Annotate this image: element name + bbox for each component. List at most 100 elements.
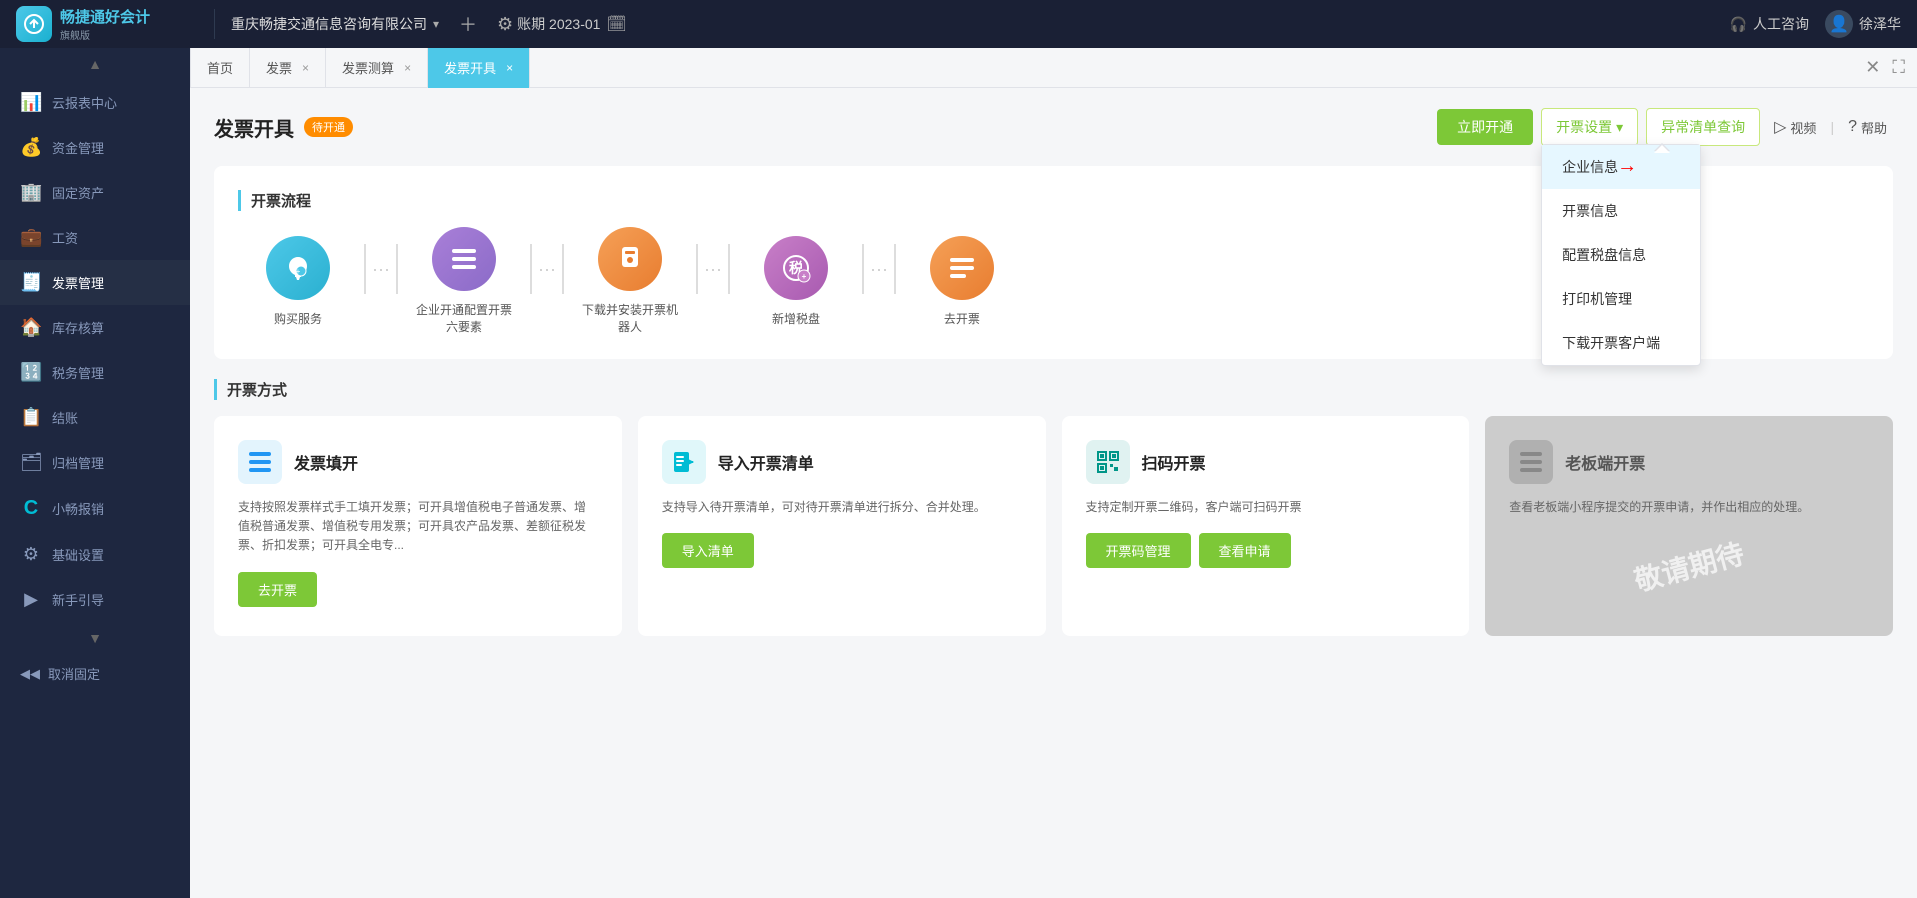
help-label: 帮助 (1861, 118, 1887, 137)
sidebar-label-fapiaoguanli: 发票管理 (52, 273, 104, 292)
close-tab-button[interactable]: ✕ (1861, 53, 1884, 82)
cancel-fixed-icon: ◀◀ (20, 666, 40, 682)
sidebar-item-guidangguanli[interactable]: 🗂 归档管理 (0, 440, 190, 485)
kucunhesuan-icon: 🏠 (20, 317, 42, 338)
method-import-desc: 支持导入待开票清单，可对待开票清单进行拆分、合并处理。 (662, 498, 1022, 517)
dropdown-item-printer[interactable]: 打印机管理 (1542, 277, 1700, 321)
flow-divider-2 (530, 244, 532, 294)
video-button[interactable]: ▷ 视频 (1768, 109, 1822, 145)
flow-step-3-label: 下载并安装开票机器人 (580, 301, 680, 335)
flow-step-1: + 购买服务 (238, 236, 358, 327)
method-fill-desc: 支持按照发票样式手工填开发票；可开具增值税电子普通发票、增值税普通发票、增值税专… (238, 498, 598, 556)
help-button[interactable]: ? 帮助 (1842, 110, 1893, 145)
tab-fapiaokaiju[interactable]: 发票开具 × (428, 48, 530, 88)
flow-step-2-icon (432, 227, 496, 291)
dropdown-download-label: 下载开票客户端 (1562, 335, 1660, 351)
flow-divider-4b (894, 244, 896, 294)
settings-button[interactable]: ⚙ (493, 10, 517, 39)
flow-step-1-label: 购买服务 (274, 310, 322, 327)
method-scan-manage-button[interactable]: 开票码管理 (1086, 533, 1191, 568)
tab-fapiaokaiju-close[interactable]: × (506, 61, 513, 75)
add-button[interactable]: ＋ (455, 7, 481, 41)
sidebar-label-guidangguanli: 归档管理 (52, 453, 104, 472)
dropdown-item-download[interactable]: 下载开票客户端 (1542, 321, 1700, 365)
sidebar-item-fapiaoguanli[interactable]: 🧾 发票管理 (0, 260, 190, 305)
logo-subtitle: 旗舰版 (60, 27, 150, 42)
method-boss-title: 老板端开票 (1565, 450, 1645, 474)
sidebar-item-gudingzichan[interactable]: 🏢 固定资产 (0, 170, 190, 215)
method-import-icon (662, 440, 706, 484)
method-scan-title: 扫码开票 (1142, 450, 1206, 474)
flow-step-5-icon (930, 236, 994, 300)
sidebar-down-button[interactable]: ▼ (0, 622, 190, 654)
sidebar-item-yunbao[interactable]: 📊 云报表中心 (0, 80, 190, 125)
method-import-button[interactable]: 导入清单 (662, 533, 754, 568)
svg-text:+: + (802, 272, 807, 281)
company-name: 重庆畅捷交通信息咨询有限公司 (231, 14, 427, 34)
play-circle-icon: ▷ (1774, 117, 1786, 137)
flow-connector-3: ··· (690, 244, 736, 318)
settings-dropdown-button[interactable]: 开票设置 ▾ (1541, 108, 1638, 146)
sidebar-label-kucunhesuan: 库存核算 (52, 318, 104, 337)
help-circle-icon: ? (1848, 118, 1857, 136)
flow-arrow-3: ··· (704, 259, 722, 280)
sidebar-cancel-fixed[interactable]: ◀◀ 取消固定 (0, 654, 190, 693)
tab-fapiaocesuanan-close[interactable]: × (404, 61, 411, 75)
tab-fapiaocesuanan[interactable]: 发票测算 × (326, 48, 428, 88)
tab-homepage-label: 首页 (207, 58, 233, 77)
flow-step-1-icon: + (266, 236, 330, 300)
sidebar-item-kucunhesuan[interactable]: 🏠 库存核算 (0, 305, 190, 350)
method-scan-desc: 支持定制开票二维码，客户端可扫码开票 (1086, 498, 1446, 517)
flow-step-4-icon: 税 + (764, 236, 828, 300)
abnormal-button[interactable]: 异常清单查询 (1646, 108, 1760, 146)
sidebar-item-xiaochangbaoxiao[interactable]: C 小畅报销 (0, 485, 190, 532)
logo-title: 畅捷通好会计 (60, 6, 150, 27)
sidebar-item-gongzi[interactable]: 💼 工资 (0, 215, 190, 260)
dropdown-taxinfo-label: 配置税盘信息 (1562, 247, 1646, 263)
consulting-label: 人工咨询 (1753, 14, 1809, 34)
xinshouyin-icon: ▶ (20, 589, 42, 610)
sidebar-up-button[interactable]: ▲ (0, 48, 190, 80)
jiezhang-icon: 📋 (20, 407, 42, 428)
method-scan-apply-button[interactable]: 查看申请 (1199, 533, 1291, 568)
logo-icon (16, 6, 52, 42)
method-fill-icon (238, 440, 282, 484)
sidebar-item-zijin[interactable]: 💰 资金管理 (0, 125, 190, 170)
method-scan-header: 扫码开票 (1086, 440, 1446, 484)
sidebar-item-jiezhang[interactable]: 📋 结账 (0, 395, 190, 440)
svg-text:+: + (296, 267, 301, 276)
company-dropdown-arrow: ▾ (433, 17, 439, 31)
flow-divider-1b (396, 244, 398, 294)
method-fill-button[interactable]: 去开票 (238, 572, 317, 607)
sidebar-label-shuiwuguanli: 税务管理 (52, 363, 104, 382)
header-actions: 立即开通 开票设置 ▾ (1437, 108, 1893, 146)
method-boss-icon (1509, 440, 1553, 484)
company-selector[interactable]: 重庆畅捷交通信息咨询有限公司 ▾ (223, 10, 447, 38)
flow-arrow-1: ··· (372, 259, 390, 280)
settings-dropdown-container: 开票设置 ▾ → 企业信息 (1541, 108, 1638, 146)
dropdown-item-taxinfo[interactable]: 配置税盘信息 (1542, 233, 1700, 277)
sidebar-item-jichushezhi[interactable]: ⚙ 基础设置 (0, 532, 190, 577)
sidebar-item-shuiwuguanli[interactable]: 🔢 税务管理 (0, 350, 190, 395)
page-title-area: 发票开具 待开通 (214, 113, 353, 142)
tab-homepage[interactable]: 首页 (190, 48, 250, 88)
tab-fapiao-close[interactable]: × (302, 61, 309, 75)
calendar-icon[interactable]: 🗓 (606, 14, 626, 34)
method-scan-buttons: 开票码管理 查看申请 (1086, 533, 1446, 568)
methods-section-title: 开票方式 (214, 379, 1893, 400)
period-area: 账期 2023-01 🗓 (517, 14, 627, 34)
method-fill-header: 发票填开 (238, 440, 598, 484)
expand-tab-button[interactable]: ⛶ (1888, 53, 1909, 82)
consulting-button[interactable]: 🎧 人工咨询 (1730, 14, 1809, 34)
activate-button[interactable]: 立即开通 (1437, 109, 1533, 145)
sidebar: ▲ 📊 云报表中心 💰 资金管理 🏢 固定资产 💼 工资 🧾 发票管理 (0, 48, 190, 898)
dropdown-item-kaipiaoinfo[interactable]: 开票信息 (1542, 189, 1700, 233)
status-badge: 待开通 (304, 117, 353, 137)
tab-fapiao[interactable]: 发票 × (250, 48, 326, 88)
user-area[interactable]: 👤 徐泽华 (1825, 10, 1901, 38)
page-header: 发票开具 待开通 立即开通 开票设置 ▾ (214, 108, 1893, 146)
sidebar-item-xinshouyin[interactable]: ▶ 新手引导 (0, 577, 190, 622)
method-card-scan: 扫码开票 支持定制开票二维码，客户端可扫码开票 开票码管理 查看申请 (1062, 416, 1470, 636)
method-import-title: 导入开票清单 (718, 450, 814, 474)
flow-connector-2: ··· (524, 244, 570, 318)
